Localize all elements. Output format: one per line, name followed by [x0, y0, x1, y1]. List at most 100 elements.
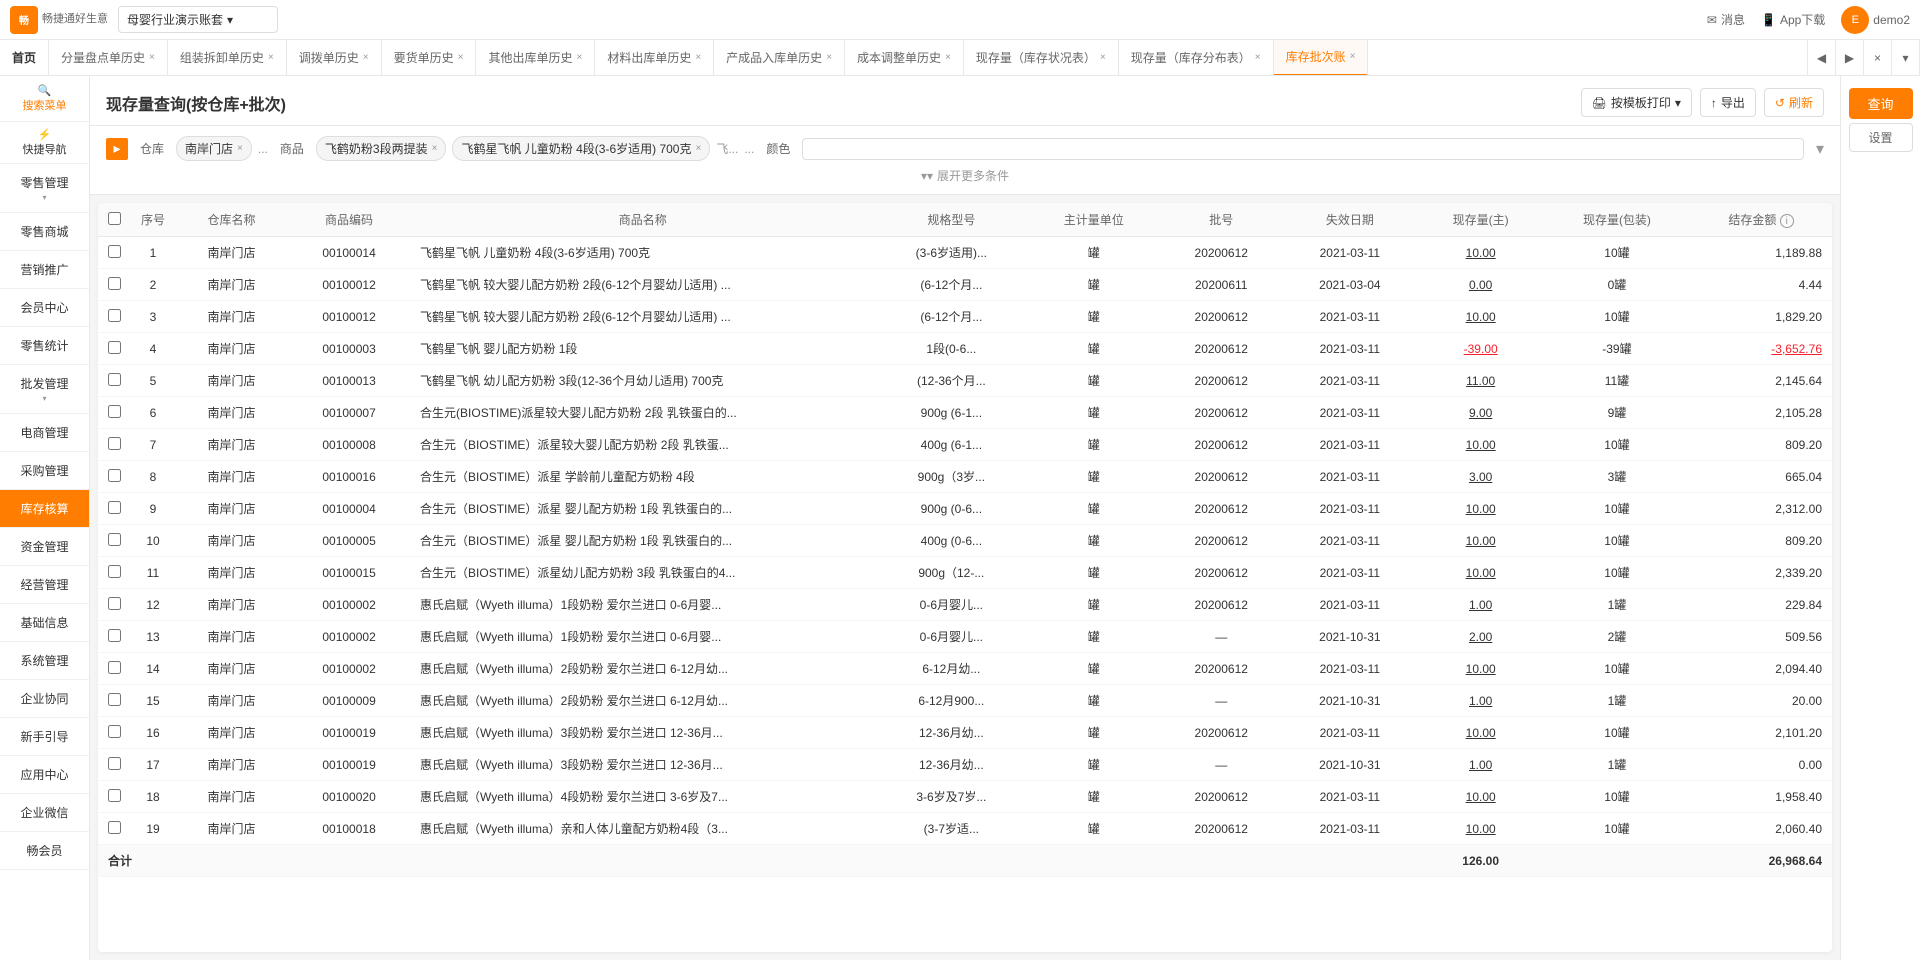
sidebar-item-member-card[interactable]: 畅会员 — [0, 832, 89, 870]
sidebar-item-inventory[interactable]: 库存核算 — [0, 490, 89, 528]
tab-prev-button[interactable]: ◀ — [1808, 40, 1836, 76]
tab-batch-ledger[interactable]: 库存批次账 × — [1274, 40, 1369, 76]
sidebar-item-purchase[interactable]: 采购管理 — [0, 452, 89, 490]
row-checkbox[interactable] — [98, 813, 131, 845]
row-checkbox[interactable] — [98, 589, 131, 621]
print-button[interactable]: 🖨 按模板打印 ▾ — [1581, 88, 1692, 117]
setting-button[interactable]: 设置 — [1849, 123, 1913, 152]
remove-product-tag-1-button[interactable]: × — [432, 143, 438, 154]
row-qty-main[interactable]: 10.00 — [1418, 813, 1544, 845]
tab-next-button[interactable]: ▶ — [1836, 40, 1864, 76]
row-qty-main[interactable]: 10.00 — [1418, 653, 1544, 685]
tab-material-out[interactable]: 材料出库单历史 × — [595, 40, 714, 76]
tab-home[interactable]: 首页 — [0, 40, 49, 76]
tab-mix[interactable]: 调拨单历史 × — [287, 40, 382, 76]
row-checkbox[interactable] — [98, 429, 131, 461]
row-checkbox[interactable] — [98, 461, 131, 493]
sidebar-quick-nav[interactable]: ⚡ 快捷导航 — [0, 122, 89, 164]
row-checkbox[interactable] — [98, 333, 131, 365]
sidebar-item-finance[interactable]: 资金管理 — [0, 528, 89, 566]
close-icon[interactable]: × — [945, 52, 951, 63]
sidebar-item-guide[interactable]: 新手引导 — [0, 718, 89, 756]
tab-cost-adjust[interactable]: 成本调整单历史 × — [845, 40, 964, 76]
row-checkbox[interactable] — [98, 653, 131, 685]
close-icon[interactable]: × — [458, 52, 464, 63]
user-menu[interactable]: E demo2 — [1841, 6, 1910, 34]
row-qty-main[interactable]: 10.00 — [1418, 717, 1544, 749]
sidebar-item-retail-shop[interactable]: 零售商城 — [0, 213, 89, 251]
row-checkbox[interactable] — [98, 493, 131, 525]
tab-other-out[interactable]: 其他出库单历史 × — [476, 40, 595, 76]
remove-warehouse-tag-button[interactable]: × — [237, 143, 243, 154]
product-filter-more[interactable]: 飞... — [716, 140, 738, 157]
color-dropdown-chevron[interactable]: ▾ — [1816, 139, 1824, 159]
tab-inventory-status[interactable]: 现存量（库存状况表） × — [964, 40, 1119, 76]
close-icon[interactable]: × — [1255, 52, 1261, 63]
row-qty-main[interactable]: 10.00 — [1418, 429, 1544, 461]
sidebar-item-retail[interactable]: 零售管理 ▾ — [0, 164, 89, 213]
tab-disassembly[interactable]: 组装拆卸单历史 × — [168, 40, 287, 76]
sidebar-search[interactable]: 🔍 搜索菜单 — [0, 76, 89, 122]
row-qty-main[interactable]: -39.00 — [1418, 333, 1544, 365]
sidebar-item-system[interactable]: 系统管理 — [0, 642, 89, 680]
app-download-button[interactable]: 📱 App下载 — [1761, 11, 1825, 28]
close-icon[interactable]: × — [1100, 52, 1106, 63]
row-qty-main[interactable]: 11.00 — [1418, 365, 1544, 397]
row-qty-main[interactable]: 10.00 — [1418, 493, 1544, 525]
row-qty-main[interactable]: 1.00 — [1418, 685, 1544, 717]
message-button[interactable]: ✉ 消息 — [1707, 11, 1745, 28]
row-qty-main[interactable]: 2.00 — [1418, 621, 1544, 653]
select-all-checkbox[interactable] — [108, 212, 121, 225]
export-button[interactable]: ↑ 导出 — [1700, 88, 1756, 117]
refresh-button[interactable]: ↺ 刷新 — [1764, 88, 1824, 117]
close-icon[interactable]: × — [1350, 51, 1356, 62]
row-qty-main[interactable]: 10.00 — [1418, 557, 1544, 589]
sidebar-item-wholesale[interactable]: 批发管理 ▾ — [0, 365, 89, 414]
row-checkbox[interactable] — [98, 301, 131, 333]
close-icon[interactable]: × — [576, 52, 582, 63]
balance-info-icon[interactable]: i — [1780, 214, 1794, 228]
row-checkbox[interactable] — [98, 781, 131, 813]
row-checkbox[interactable] — [98, 717, 131, 749]
row-qty-main[interactable]: 3.00 — [1418, 461, 1544, 493]
tab-split-inventory[interactable]: 分量盘点单历史 × — [49, 40, 168, 76]
row-qty-main[interactable]: 1.00 — [1418, 589, 1544, 621]
close-icon[interactable]: × — [363, 52, 369, 63]
expand-col-button[interactable]: ▸ — [106, 138, 128, 160]
close-icon[interactable]: × — [826, 52, 832, 63]
tab-inventory-dist[interactable]: 现存量（库存分布表） × — [1119, 40, 1274, 76]
sidebar-item-basic[interactable]: 基础信息 — [0, 604, 89, 642]
close-icon[interactable]: × — [149, 52, 155, 63]
expand-more-button[interactable]: ▾▾ 展开更多条件 — [921, 167, 1009, 184]
row-qty-main[interactable]: 10.00 — [1418, 301, 1544, 333]
tab-menu-button[interactable]: ▾ — [1892, 40, 1920, 76]
row-qty-main[interactable]: 10.00 — [1418, 237, 1544, 269]
row-checkbox[interactable] — [98, 621, 131, 653]
row-checkbox[interactable] — [98, 237, 131, 269]
row-checkbox[interactable] — [98, 365, 131, 397]
row-checkbox[interactable] — [98, 749, 131, 781]
row-qty-main[interactable]: 10.00 — [1418, 781, 1544, 813]
sidebar-item-app-center[interactable]: 应用中心 — [0, 756, 89, 794]
sidebar-item-ecommerce[interactable]: 电商管理 — [0, 414, 89, 452]
sidebar-item-marketing[interactable]: 营销推广 — [0, 251, 89, 289]
row-checkbox[interactable] — [98, 397, 131, 429]
row-qty-main[interactable]: 0.00 — [1418, 269, 1544, 301]
tab-requisition[interactable]: 要货单历史 × — [382, 40, 477, 76]
product-filter-ellipsis[interactable]: ... — [744, 142, 754, 156]
sidebar-item-retail-stat[interactable]: 零售统计 — [0, 327, 89, 365]
row-checkbox[interactable] — [98, 557, 131, 589]
sidebar-item-enterprise[interactable]: 企业协同 — [0, 680, 89, 718]
tab-product-in[interactable]: 产成品入库单历史 × — [714, 40, 845, 76]
row-qty-main[interactable]: 1.00 — [1418, 749, 1544, 781]
sidebar-item-enterprise-wechat[interactable]: 企业微信 — [0, 794, 89, 832]
row-checkbox[interactable] — [98, 525, 131, 557]
row-checkbox[interactable] — [98, 685, 131, 717]
row-qty-main[interactable]: 9.00 — [1418, 397, 1544, 429]
remove-product-tag-2-button[interactable]: × — [695, 143, 701, 154]
row-qty-main[interactable]: 10.00 — [1418, 525, 1544, 557]
tab-close-all-button[interactable]: × — [1864, 40, 1892, 76]
warehouse-filter-more[interactable]: ... — [258, 142, 268, 156]
sidebar-item-ops[interactable]: 经营管理 — [0, 566, 89, 604]
close-icon[interactable]: × — [268, 52, 274, 63]
